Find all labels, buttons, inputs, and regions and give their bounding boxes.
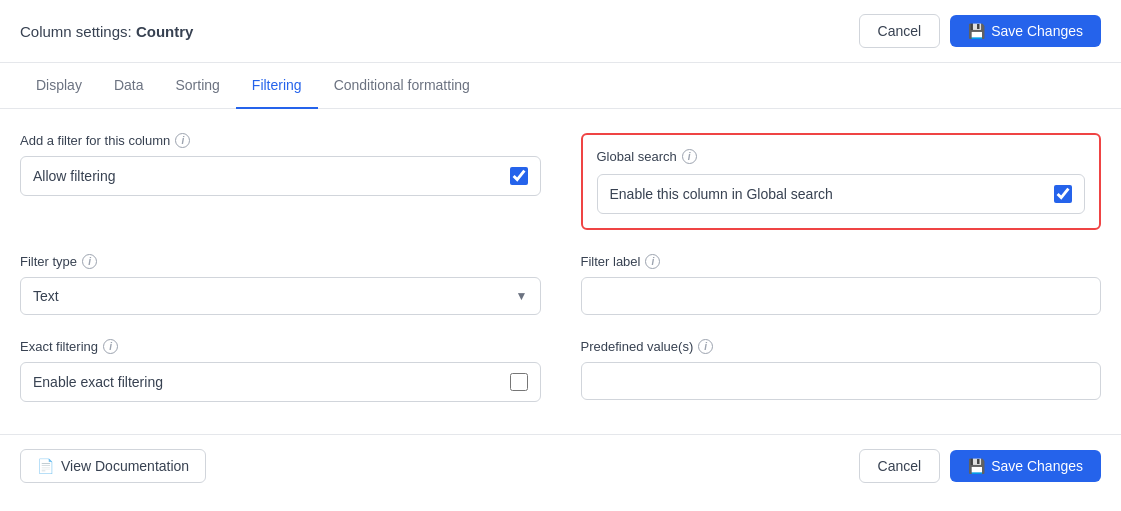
page-title: Column settings: Country [20, 23, 193, 40]
title-prefix: Column settings: [20, 23, 136, 40]
doc-icon: 📄 [37, 458, 54, 474]
footer-save-icon: 💾 [968, 458, 985, 474]
predefined-values-info-icon: i [698, 339, 713, 354]
view-documentation-button[interactable]: 📄 View Documentation [20, 449, 206, 483]
predefined-values-label-text: Predefined value(s) [581, 339, 694, 354]
footer-save-button[interactable]: 💾 Save Changes [950, 450, 1101, 482]
global-search-enable-label: Enable this column in Global search [610, 186, 833, 202]
filter-type-group: Filter type i Text ▼ [20, 254, 541, 315]
footer: 📄 View Documentation Cancel 💾 Save Chang… [0, 434, 1121, 497]
tab-sorting[interactable]: Sorting [159, 63, 235, 109]
exact-filtering-enable-label: Enable exact filtering [33, 374, 163, 390]
filter-type-select-row: Text ▼ [20, 277, 541, 315]
exact-filtering-label-text: Exact filtering [20, 339, 98, 354]
filter-type-info-icon: i [82, 254, 97, 269]
view-documentation-label: View Documentation [61, 458, 189, 474]
filter-label-input[interactable] [581, 277, 1102, 315]
allow-filtering-row: Allow filtering [20, 156, 541, 196]
tab-filtering[interactable]: Filtering [236, 63, 318, 109]
tab-display[interactable]: Display [20, 63, 98, 109]
footer-actions: Cancel 💾 Save Changes [859, 449, 1101, 483]
exact-filtering-row: Enable exact filtering [20, 362, 541, 402]
header-cancel-button[interactable]: Cancel [859, 14, 941, 48]
exact-filtering-group: Exact filtering i Enable exact filtering [20, 339, 541, 402]
global-search-info-icon: i [682, 149, 697, 164]
header-save-button[interactable]: 💾 Save Changes [950, 15, 1101, 47]
exact-filtering-info-icon: i [103, 339, 118, 354]
tab-bar: Display Data Sorting Filtering Condition… [0, 63, 1121, 109]
tab-conditional-formatting[interactable]: Conditional formatting [318, 63, 486, 109]
exact-filtering-checkbox[interactable] [510, 373, 528, 391]
filter-label-label: Filter label i [581, 254, 1102, 269]
add-filter-info-icon: i [175, 133, 190, 148]
save-icon: 💾 [968, 23, 985, 39]
global-search-box: Global search i Enable this column in Gl… [581, 133, 1102, 230]
header-save-label: Save Changes [991, 23, 1083, 39]
filter-label-group: Filter label i [581, 254, 1102, 315]
global-search-checkbox[interactable] [1054, 185, 1072, 203]
predefined-values-label: Predefined value(s) i [581, 339, 1102, 354]
exact-filtering-label: Exact filtering i [20, 339, 541, 354]
footer-cancel-button[interactable]: Cancel [859, 449, 941, 483]
predefined-values-input[interactable] [581, 362, 1102, 400]
header: Column settings: Country Cancel 💾 Save C… [0, 0, 1121, 63]
footer-save-label: Save Changes [991, 458, 1083, 474]
tab-data[interactable]: Data [98, 63, 160, 109]
main-content: Add a filter for this column i Allow fil… [0, 109, 1121, 426]
header-actions: Cancel 💾 Save Changes [859, 14, 1101, 48]
filter-label-label-text: Filter label [581, 254, 641, 269]
allow-filtering-checkbox[interactable] [510, 167, 528, 185]
filter-type-label: Filter type i [20, 254, 541, 269]
filter-type-label-text: Filter type [20, 254, 77, 269]
predefined-values-group: Predefined value(s) i [581, 339, 1102, 402]
filter-type-select[interactable]: Text [33, 288, 528, 304]
global-search-label-text: Global search [597, 149, 677, 164]
add-filter-group: Add a filter for this column i Allow fil… [20, 133, 541, 230]
add-filter-label: Add a filter for this column i [20, 133, 541, 148]
allow-filtering-label: Allow filtering [33, 168, 115, 184]
filter-label-info-icon: i [645, 254, 660, 269]
global-search-label: Global search i [597, 149, 1086, 164]
title-bold: Country [136, 23, 194, 40]
global-search-inner: Enable this column in Global search [597, 174, 1086, 214]
add-filter-label-text: Add a filter for this column [20, 133, 170, 148]
